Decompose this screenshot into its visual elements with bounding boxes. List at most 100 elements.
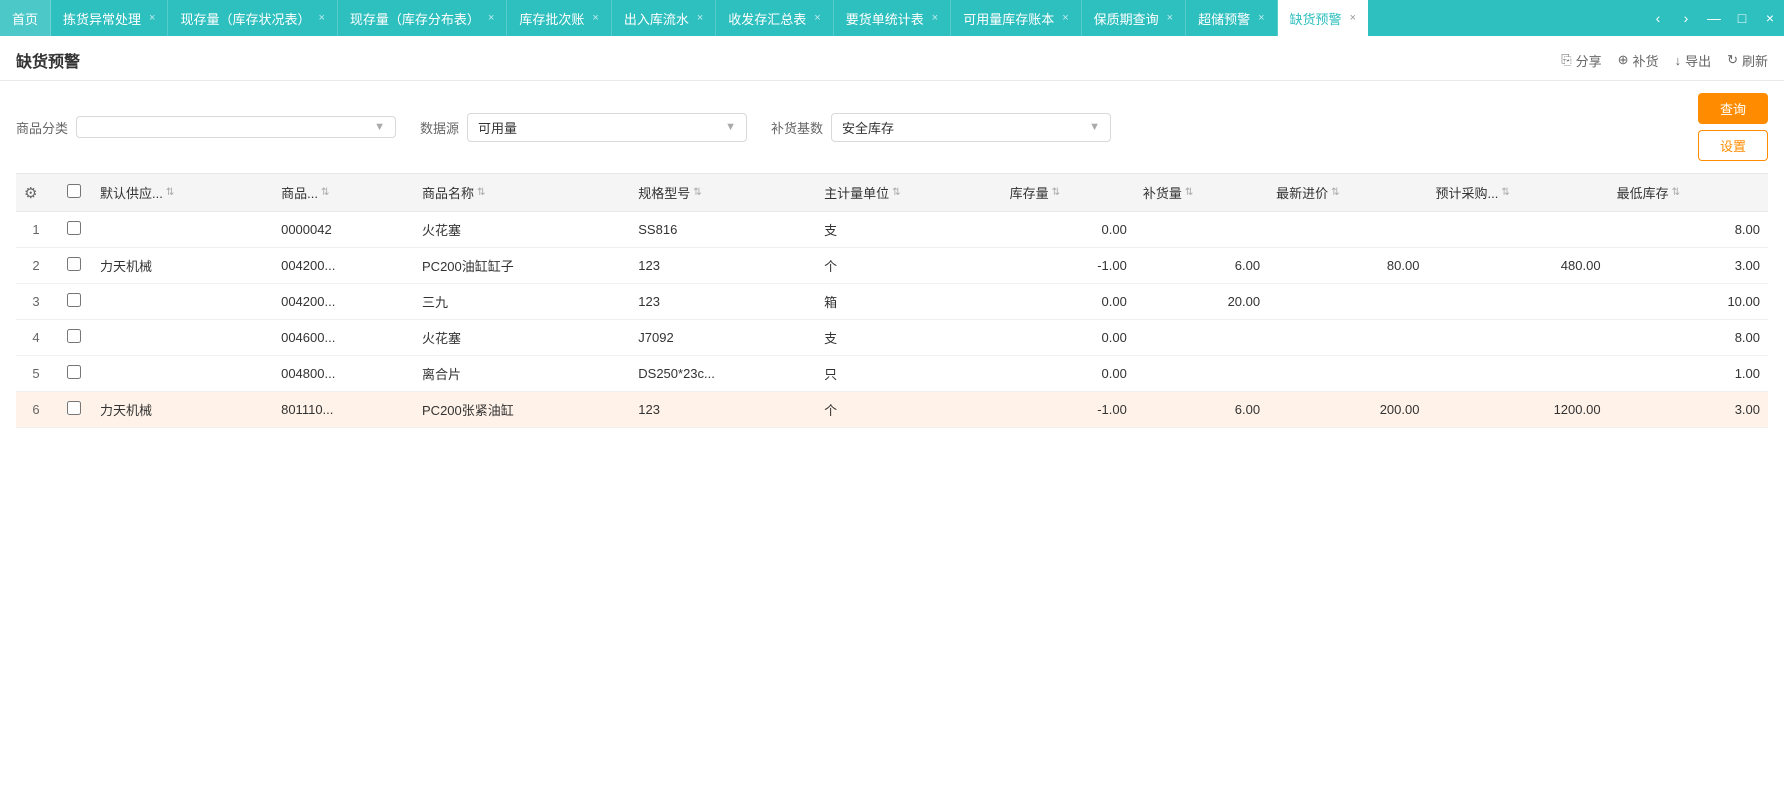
replenish-button[interactable]: ⊕ 补货: [1618, 51, 1659, 70]
tab-scroll-right[interactable]: ›: [1672, 10, 1700, 26]
tab-stock-status[interactable]: 现存量（库存状况表） ×: [168, 0, 337, 36]
tab-scroll-left[interactable]: ‹: [1644, 10, 1672, 26]
row-estimated-purchase: [1427, 284, 1608, 320]
row-estimated-purchase: 1200.00: [1427, 392, 1608, 428]
tab-maximize[interactable]: □: [1728, 10, 1756, 26]
data-table: ⚙ 默认供应... ⇅ 商品... ⇅: [16, 173, 1768, 428]
row-product-name: 离合片: [414, 356, 630, 392]
filter-datasource: 数据源 可用量 ▼: [420, 113, 747, 142]
datasource-select[interactable]: 可用量 ▼: [467, 113, 747, 142]
tab-expiry[interactable]: 保质期查询 ×: [1082, 0, 1186, 36]
query-button[interactable]: 查询: [1698, 93, 1768, 124]
tab-abnormal[interactable]: 拣货异常处理 ×: [51, 0, 168, 36]
tab-close-window[interactable]: ×: [1756, 10, 1784, 26]
close-icon[interactable]: ×: [1062, 12, 1068, 24]
settings-button[interactable]: 设置: [1698, 130, 1768, 161]
close-icon[interactable]: ×: [1258, 12, 1264, 24]
filter-actions: 查询 设置: [1698, 93, 1768, 161]
row-spec: 123: [630, 284, 816, 320]
tab-requisition[interactable]: 要货单统计表 ×: [834, 0, 951, 36]
row-stock: -1.00: [1002, 392, 1135, 428]
close-icon[interactable]: ×: [592, 12, 598, 24]
close-icon[interactable]: ×: [488, 12, 494, 24]
refresh-button[interactable]: ↻ 刷新: [1727, 51, 1768, 70]
row-replenish-qty: 6.00: [1135, 392, 1268, 428]
sort-icon: ⇅: [1052, 187, 1060, 198]
category-label: 商品分类: [16, 118, 68, 137]
tab-summary[interactable]: 收发存汇总表 ×: [716, 0, 833, 36]
refresh-icon: ↻: [1727, 52, 1738, 68]
tab-inout[interactable]: 出入库流水 ×: [612, 0, 716, 36]
close-icon[interactable]: ×: [318, 12, 324, 24]
gear-icon[interactable]: ⚙: [24, 185, 37, 202]
th-replenish-qty: 补货量 ⇅: [1135, 174, 1268, 212]
row-checkbox-cell: [56, 356, 92, 392]
datasource-label: 数据源: [420, 118, 459, 137]
close-icon[interactable]: ×: [814, 12, 820, 24]
replenish-icon: ⊕: [1618, 52, 1629, 68]
row-min-stock: 1.00: [1609, 356, 1768, 392]
dropdown-icon: ▼: [1089, 121, 1100, 133]
tab-bar: 首页 拣货异常处理 × 现存量（库存状况表） × 现存量（库存分布表） × 库存…: [0, 0, 1784, 36]
close-icon[interactable]: ×: [932, 12, 938, 24]
row-checkbox[interactable]: [67, 365, 81, 379]
tab-batch[interactable]: 库存批次账 ×: [507, 0, 611, 36]
row-checkbox[interactable]: [67, 401, 81, 415]
row-spec: 123: [630, 248, 816, 284]
row-latest-price: [1268, 212, 1427, 248]
tab-overstock[interactable]: 超储预警 ×: [1186, 0, 1277, 36]
close-icon[interactable]: ×: [1167, 12, 1173, 24]
row-supplier: 力天机械: [92, 392, 273, 428]
row-product-name: PC200张紧油缸: [414, 392, 630, 428]
row-checkbox[interactable]: [67, 257, 81, 271]
tab-available[interactable]: 可用量库存账本 ×: [951, 0, 1081, 36]
dropdown-icon: ▼: [374, 121, 385, 133]
row-number: 4: [16, 320, 56, 356]
th-unit: 主计量单位 ⇅: [816, 174, 1001, 212]
sort-icon: ⇅: [892, 187, 900, 198]
tab-nav-controls: ‹ › — □ ×: [1644, 10, 1784, 26]
export-icon: ↓: [1675, 53, 1682, 68]
row-min-stock: 10.00: [1609, 284, 1768, 320]
row-estimated-purchase: 480.00: [1427, 248, 1608, 284]
row-product-code: 004800...: [273, 356, 414, 392]
row-latest-price: [1268, 320, 1427, 356]
table-row: 3 004200... 三九 123 箱 0.00 20.00 10.00: [16, 284, 1768, 320]
category-select[interactable]: ▼: [76, 116, 396, 138]
select-all-checkbox[interactable]: [67, 184, 81, 198]
th-latest-price: 最新进价 ⇅: [1268, 174, 1427, 212]
row-latest-price: [1268, 284, 1427, 320]
table-row: 5 004800... 离合片 DS250*23c... 只 0.00 1.00: [16, 356, 1768, 392]
row-supplier: [92, 356, 273, 392]
row-unit: 个: [816, 248, 1001, 284]
table-row: 1 0000042 火花塞 SS816 支 0.00 8.00: [16, 212, 1768, 248]
th-product-name: 商品名称 ⇅: [414, 174, 630, 212]
row-number: 2: [16, 248, 56, 284]
row-checkbox-cell: [56, 212, 92, 248]
export-button[interactable]: ↓ 导出: [1675, 51, 1712, 70]
close-icon[interactable]: ×: [1350, 12, 1356, 24]
tab-shortage[interactable]: 缺货预警 ×: [1278, 0, 1368, 36]
replenish-base-select[interactable]: 安全库存 ▼: [831, 113, 1111, 142]
page-title: 缺货预警: [16, 48, 1561, 72]
tab-minimize[interactable]: —: [1700, 10, 1728, 26]
replenish-base-value: 安全库存: [842, 118, 894, 137]
close-icon[interactable]: ×: [697, 12, 703, 24]
page-content: 缺货预警 ⎘ 分享 ⊕ 补货 ↓ 导出 ↻ 刷新 商品分类: [0, 36, 1784, 796]
row-number: 5: [16, 356, 56, 392]
close-icon[interactable]: ×: [149, 12, 155, 24]
row-min-stock: 8.00: [1609, 320, 1768, 356]
row-latest-price: 200.00: [1268, 392, 1427, 428]
row-checkbox[interactable]: [67, 293, 81, 307]
row-checkbox[interactable]: [67, 221, 81, 235]
row-replenish-qty: [1135, 320, 1268, 356]
tab-home[interactable]: 首页: [0, 0, 51, 36]
row-min-stock: 3.00: [1609, 248, 1768, 284]
tab-stock-dist[interactable]: 现存量（库存分布表） ×: [338, 0, 507, 36]
sort-icon: ⇅: [693, 187, 701, 198]
share-button[interactable]: ⎘ 分享: [1561, 51, 1601, 70]
row-checkbox[interactable]: [67, 329, 81, 343]
sort-icon: ⇅: [1331, 187, 1339, 198]
row-number: 6: [16, 392, 56, 428]
th-checkbox: [56, 174, 92, 212]
